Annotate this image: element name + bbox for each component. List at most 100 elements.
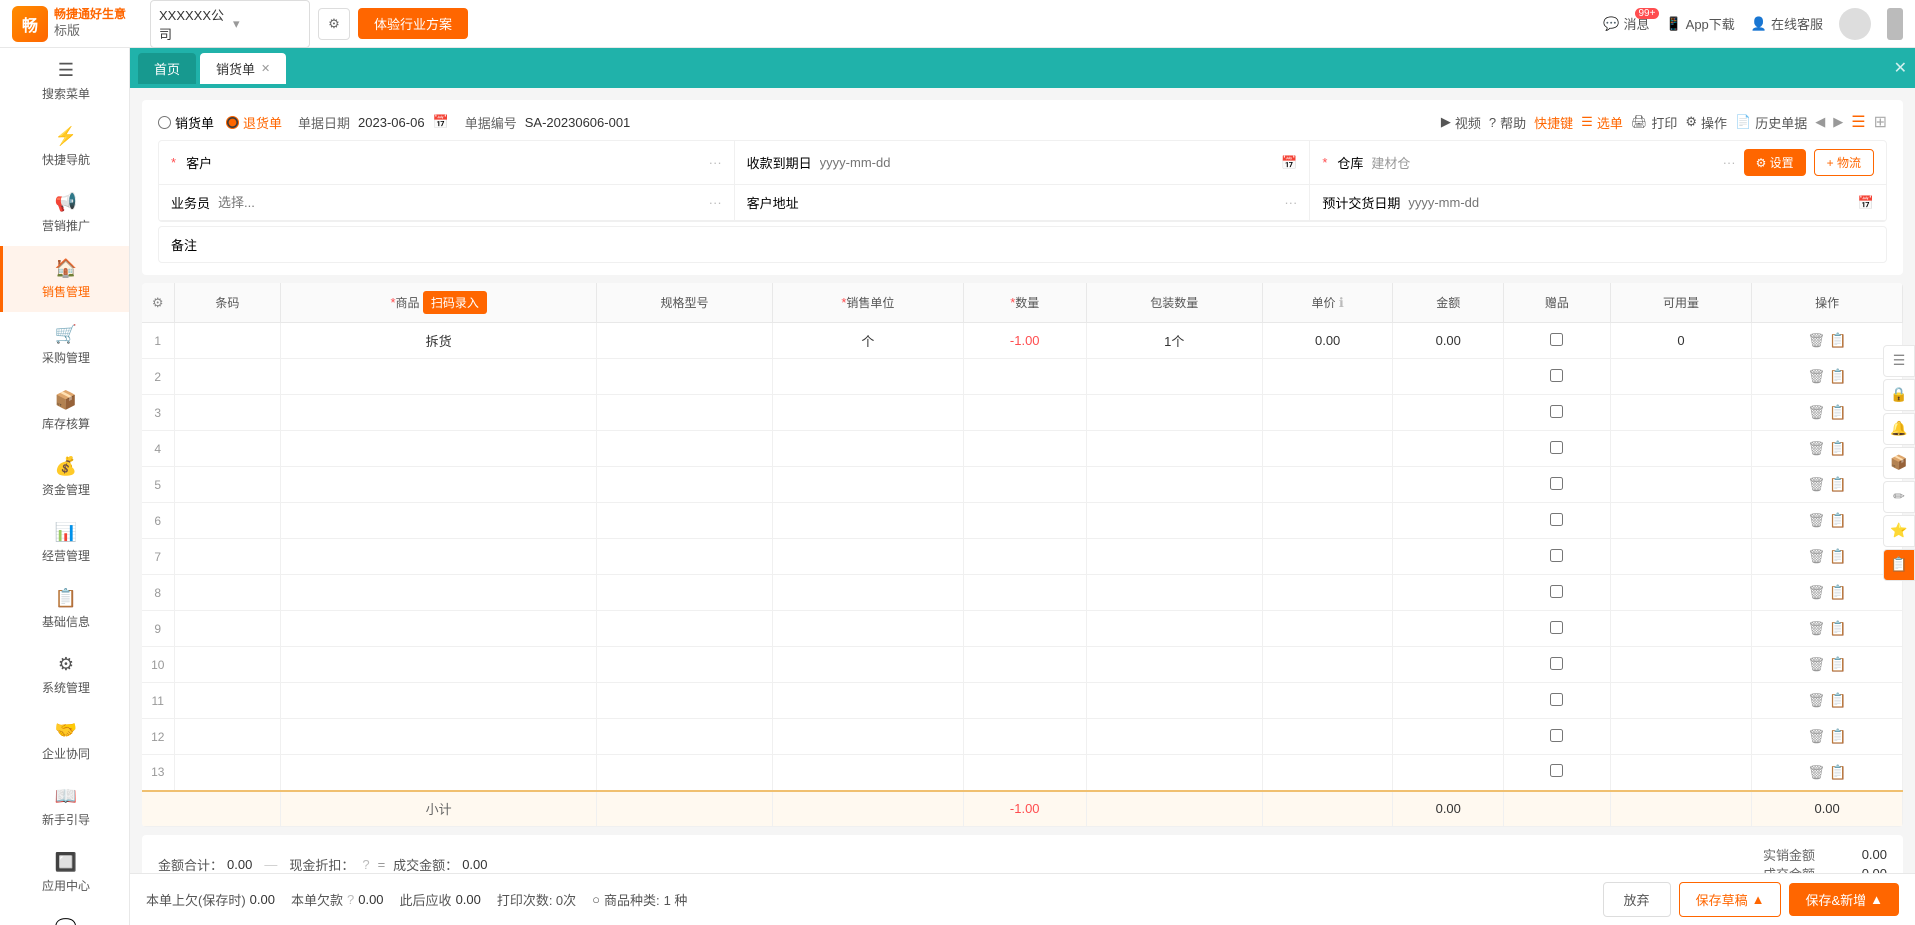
copy-icon[interactable]: 📋 (1829, 584, 1846, 601)
sidebar-item-app-center[interactable]: 🔲 应用中心 (0, 840, 129, 906)
save-new-button[interactable]: 保存&新增 ▲ (1789, 883, 1899, 916)
sidebar-item-inventory[interactable]: 📦 库存核算 (0, 378, 129, 444)
delete-icon[interactable]: 🗑 (1808, 368, 1826, 385)
sidebar-item-guide[interactable]: 📖 新手引导 (0, 774, 129, 840)
calendar-icon[interactable]: 📅 (433, 114, 449, 130)
col-settings[interactable]: ⚙ (142, 283, 174, 323)
customer-addr-more-icon[interactable]: ··· (1284, 195, 1297, 210)
float-btn-4[interactable]: 📦 (1883, 447, 1915, 479)
message-button[interactable]: 💬 消息 99+ (1603, 14, 1649, 33)
shortcut-btn[interactable]: 快捷键 (1534, 113, 1573, 132)
receipt-date-calendar-icon[interactable]: 📅 (1281, 155, 1297, 171)
receipt-date-input[interactable] (820, 155, 1273, 170)
delete-icon[interactable]: 🗑 (1808, 332, 1826, 349)
user-avatar[interactable] (1839, 8, 1871, 40)
delete-icon[interactable]: 🗑 (1808, 584, 1826, 601)
warehouse-input[interactable] (1371, 155, 1714, 170)
prev-icon[interactable]: ◀ (1815, 114, 1825, 130)
logistics-button[interactable]: + 物流 (1814, 149, 1874, 176)
copy-icon[interactable]: 📋 (1829, 620, 1846, 637)
copy-icon[interactable]: 📋 (1829, 512, 1846, 529)
print-btn[interactable]: 🖨 打印 (1631, 113, 1678, 132)
calc-help-icon[interactable]: ? (362, 857, 369, 872)
sidebar-item-system[interactable]: ⚙ 系统管理 (0, 642, 129, 708)
history-btn[interactable]: 📄 历史单据 (1735, 113, 1807, 132)
customer-input[interactable] (220, 155, 701, 170)
product-type-item[interactable]: ○ 商品种类: 1 种 (592, 890, 687, 909)
sidebar-item-sales[interactable]: 🏠 销售管理 (0, 246, 129, 312)
delete-icon[interactable]: 🗑 (1808, 728, 1826, 745)
delete-icon[interactable]: 🗑 (1808, 512, 1826, 529)
note-input[interactable] (205, 237, 1874, 252)
sidebar-item-purchase[interactable]: 🛒 采购管理 (0, 312, 129, 378)
trial-button[interactable]: 体验行业方案 (358, 8, 468, 39)
sidebar-item-finance[interactable]: 💰 资金管理 (0, 444, 129, 510)
sidebar-item-search[interactable]: ☰ 搜索菜单 (0, 48, 129, 114)
user-expand[interactable] (1887, 8, 1903, 40)
expected-date-calendar-icon[interactable]: 📅 (1858, 195, 1874, 211)
sidebar-item-base[interactable]: 📋 基础信息 (0, 576, 129, 642)
operate-btn[interactable]: ⚙ 操作 (1685, 113, 1727, 132)
settings-button[interactable]: ⚙ (318, 8, 350, 40)
salesperson-input[interactable] (218, 195, 701, 210)
customer-addr-input[interactable] (807, 195, 1277, 210)
delete-icon[interactable]: 🗑 (1808, 476, 1826, 493)
delete-icon[interactable]: 🗑 (1808, 764, 1826, 781)
row-1-barcode[interactable] (174, 323, 281, 359)
radio-return-order[interactable]: 退货单 (226, 113, 282, 132)
salesperson-more-icon[interactable]: ··· (709, 195, 722, 210)
delete-icon[interactable]: 🗑 (1808, 404, 1826, 421)
list-view-icon[interactable]: ☰ (1851, 112, 1865, 132)
select-order-btn[interactable]: ☰ 选单 (1581, 113, 1623, 132)
tab-sales-order[interactable]: 销货单 ✕ (200, 53, 286, 84)
online-service-button[interactable]: 👤 在线客服 (1751, 14, 1823, 33)
delete-icon[interactable]: 🗑 (1808, 656, 1826, 673)
expected-date-input[interactable] (1408, 195, 1849, 210)
row-1-quantity[interactable]: -1.00 (963, 323, 1086, 359)
price-info-icon[interactable]: ℹ (1339, 295, 1344, 310)
delete-icon[interactable]: 🗑 (1808, 692, 1826, 709)
copy-icon[interactable]: 📋 (1829, 476, 1846, 493)
copy-icon[interactable]: 📋 (1829, 368, 1846, 385)
col-gear-icon[interactable]: ⚙ (152, 295, 164, 310)
copy-icon[interactable]: 📋 (1829, 548, 1846, 565)
company-select[interactable]: XXXXXX公司 ▾ (150, 0, 310, 48)
row-1-spec[interactable] (597, 323, 773, 359)
tab-close-icon[interactable]: ✕ (261, 62, 270, 75)
float-btn-6[interactable]: ⭐ (1883, 515, 1915, 547)
help-btn[interactable]: ? 帮助 (1489, 113, 1526, 132)
row-1-gift[interactable] (1504, 323, 1611, 359)
video-btn[interactable]: ▶ 视频 (1441, 113, 1481, 132)
copy-icon[interactable]: 📋 (1829, 440, 1846, 457)
total-owe-info-icon[interactable]: ? (347, 892, 354, 907)
app-download-button[interactable]: 📱 App下载 (1665, 14, 1734, 33)
sidebar-item-collab[interactable]: 🤝 企业协同 (0, 708, 129, 774)
row-1-amount[interactable]: 0.00 (1393, 323, 1504, 359)
row-1-unit[interactable]: 个 (773, 323, 964, 359)
delete-icon[interactable]: 🗑 (1808, 548, 1826, 565)
set-button[interactable]: ⚙ 设置 (1744, 149, 1806, 176)
float-btn-1[interactable]: ☰ (1883, 345, 1915, 377)
sidebar-item-operations[interactable]: 📊 经营管理 (0, 510, 129, 576)
row-1-product[interactable]: 拆货 (281, 323, 597, 359)
copy-icon[interactable]: 📋 (1829, 692, 1846, 709)
delete-icon[interactable]: 🗑 (1808, 620, 1826, 637)
float-btn-5[interactable]: ✏ (1883, 481, 1915, 513)
discard-button[interactable]: 放弃 (1603, 882, 1671, 917)
tab-home[interactable]: 首页 (138, 53, 196, 84)
copy-icon[interactable]: 📋 (1829, 656, 1846, 673)
grid-view-icon[interactable]: ⊞ (1874, 112, 1887, 132)
save-draft-button[interactable]: 保存草稿 ▲ (1679, 882, 1782, 917)
float-btn-7[interactable]: 📋 (1883, 549, 1915, 581)
close-all-tabs-icon[interactable]: ✕ (1894, 58, 1907, 78)
sidebar-item-quick-nav[interactable]: ⚡ 快捷导航 (0, 114, 129, 180)
row-1-pack-qty[interactable]: 1个 (1086, 323, 1262, 359)
delete-icon[interactable]: 🗑 (1808, 440, 1826, 457)
sidebar-item-wechat[interactable]: 💬 企业微信 (0, 906, 129, 925)
row-1-price[interactable]: 0.00 (1262, 323, 1393, 359)
copy-icon[interactable]: 📋 (1829, 332, 1846, 349)
next-icon[interactable]: ▶ (1833, 114, 1843, 130)
radio-sales-order[interactable]: 销货单 (158, 113, 214, 132)
warehouse-more-icon[interactable]: ··· (1723, 155, 1736, 170)
float-btn-3[interactable]: 🔔 (1883, 413, 1915, 445)
